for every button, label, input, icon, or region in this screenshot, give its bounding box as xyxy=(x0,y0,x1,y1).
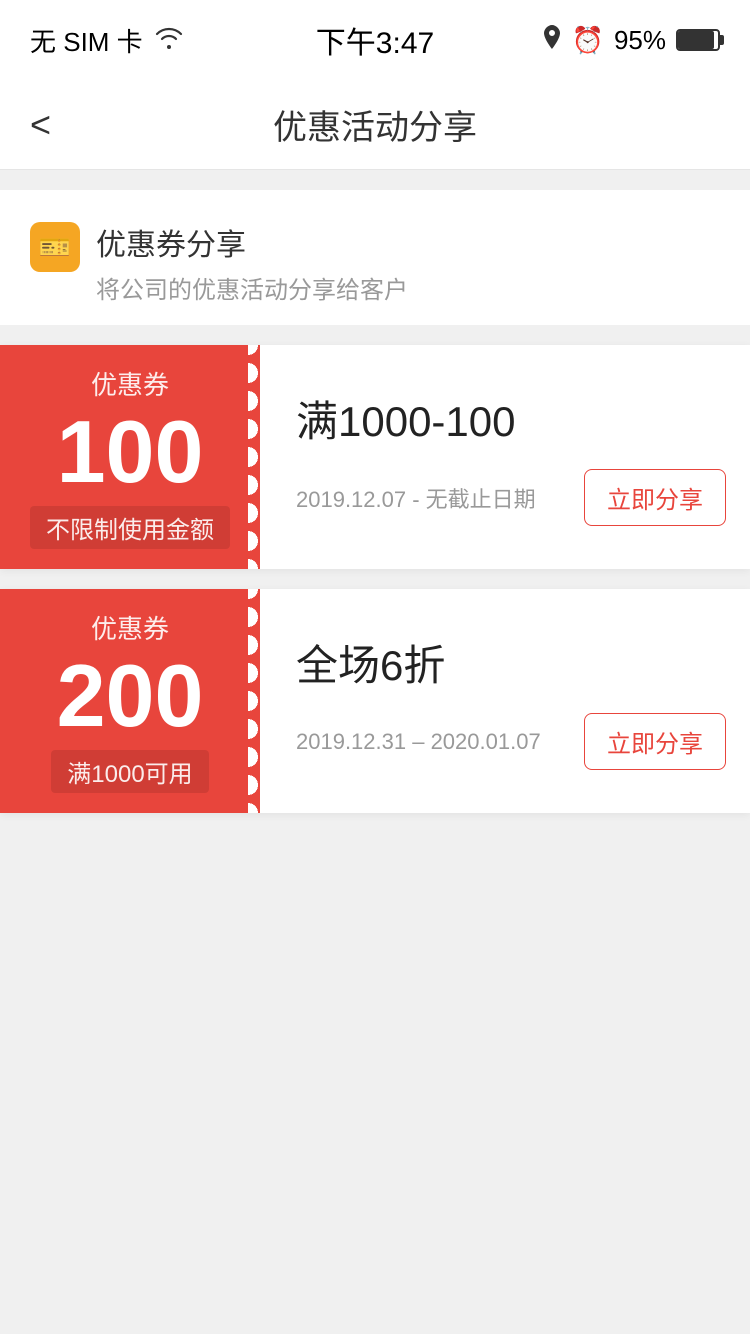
wifi-icon xyxy=(155,25,183,56)
coupon-date-2: 2019.12.31 – 2020.01.07 xyxy=(296,729,541,755)
location-icon xyxy=(542,25,562,56)
coupon-amount-2: 200 xyxy=(57,652,204,740)
section-icon: 🎫 xyxy=(30,222,80,272)
coupon-right-2: 全场6折 2019.12.31 – 2020.01.07 立即分享 xyxy=(260,589,750,813)
coupon-condition-2: 满1000可用 xyxy=(51,750,208,793)
bottom-area xyxy=(0,833,750,1333)
status-right: ⏰ 95% xyxy=(542,25,720,56)
section-header: 🎫 优惠券分享 将公司的优惠活动分享给客户 xyxy=(0,190,750,325)
coupon-amount-1: 100 xyxy=(57,408,204,496)
status-bar: 无 SIM 卡 下午3:47 ⏰ 95% xyxy=(0,0,750,80)
coupon-condition-1: 不限制使用金额 xyxy=(30,506,230,549)
alarm-icon: ⏰ xyxy=(572,25,604,56)
coupon-footer-1: 2019.12.07 - 无截止日期 立即分享 xyxy=(296,469,726,526)
section-subtitle: 将公司的优惠活动分享给客户 xyxy=(96,270,408,305)
battery-icon xyxy=(676,29,720,51)
page-title: 优惠活动分享 xyxy=(273,100,477,149)
share-button-1[interactable]: 立即分享 xyxy=(584,469,726,526)
coupon-right-1: 满1000-100 2019.12.07 - 无截止日期 立即分享 xyxy=(260,345,750,569)
section-title: 优惠券分享 xyxy=(96,220,408,264)
carrier-text: 无 SIM 卡 xyxy=(30,22,143,59)
coupon-card-1: 优惠券 100 不限制使用金额 满1000-100 2019.12.07 - 无… xyxy=(0,345,750,569)
status-time: 下午3:47 xyxy=(316,18,434,62)
coupon-list: 优惠券 100 不限制使用金额 满1000-100 2019.12.07 - 无… xyxy=(0,325,750,833)
coupon-label-1: 优惠券 xyxy=(91,365,169,402)
coupon-footer-2: 2019.12.31 – 2020.01.07 立即分享 xyxy=(296,713,726,770)
coupon-left-1: 优惠券 100 不限制使用金额 xyxy=(0,345,260,569)
coupon-card-2: 优惠券 200 满1000可用 全场6折 2019.12.31 – 2020.0… xyxy=(0,589,750,813)
battery-text: 95% xyxy=(614,25,666,56)
nav-bar: < 优惠活动分享 xyxy=(0,80,750,170)
coupon-left-2: 优惠券 200 满1000可用 xyxy=(0,589,260,813)
coupon-date-1: 2019.12.07 - 无截止日期 xyxy=(296,482,536,514)
coupon-title-2: 全场6折 xyxy=(296,632,726,693)
status-left: 无 SIM 卡 xyxy=(30,22,183,59)
coupon-label-2: 优惠券 xyxy=(91,609,169,646)
back-button[interactable]: < xyxy=(30,104,51,146)
share-button-2[interactable]: 立即分享 xyxy=(584,713,726,770)
section-text: 优惠券分享 将公司的优惠活动分享给客户 xyxy=(96,220,408,305)
coupon-title-1: 满1000-100 xyxy=(296,388,726,449)
